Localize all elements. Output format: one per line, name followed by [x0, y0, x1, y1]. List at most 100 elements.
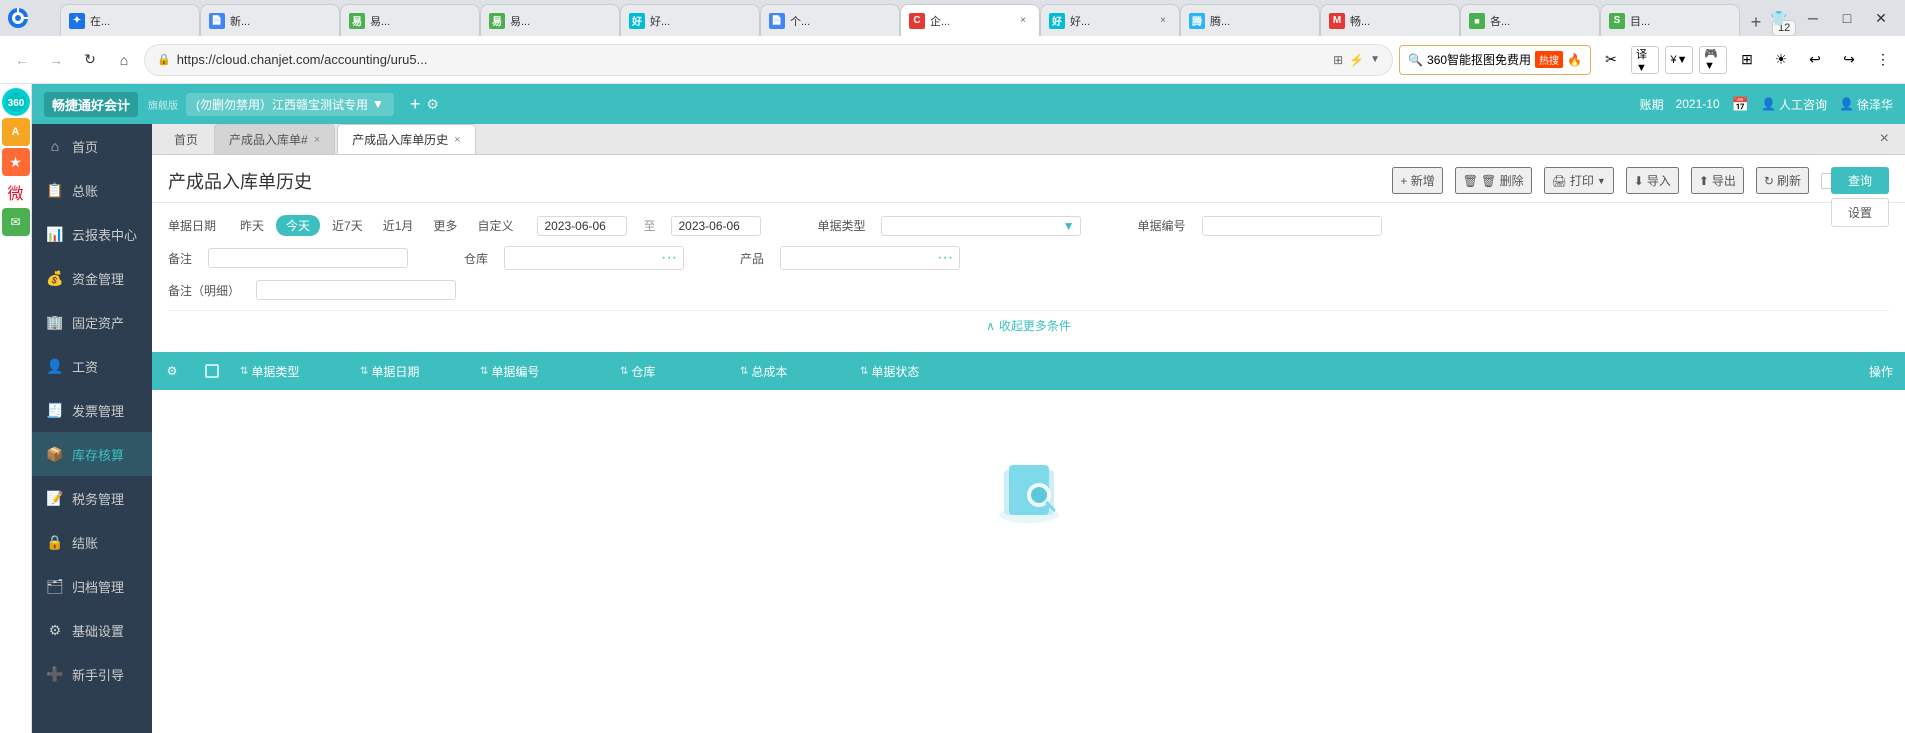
back-button[interactable]: ← [8, 46, 36, 74]
sidebar-icon-weibo[interactable]: 微 [2, 178, 30, 206]
translate-tool[interactable]: 译▼ [1631, 46, 1659, 74]
home-browser-button[interactable]: ⌂ [110, 46, 138, 74]
date-btn-more[interactable]: 更多 [425, 215, 465, 236]
th-settings[interactable]: ⚙ [152, 364, 192, 378]
address-input-wrap[interactable]: 🔒 https://cloud.chanjet.com/accounting/u… [144, 44, 1393, 76]
tab-10[interactable]: M 畅... [1320, 4, 1460, 36]
nav-item-reports[interactable]: 📊 云报表中心 [32, 212, 152, 256]
more-tool[interactable]: ⋮ [1869, 46, 1897, 74]
maximize-button[interactable]: □ [1831, 2, 1863, 34]
tab-5[interactable]: 好 好... [620, 4, 760, 36]
th-warehouse[interactable]: ⇅ 仓库 [612, 363, 732, 380]
warehouse-input-wrap[interactable]: ··· [504, 246, 684, 270]
product-input-wrap[interactable]: ··· [780, 246, 960, 270]
number-filter-input[interactable] [1202, 216, 1382, 236]
calendar-icon[interactable]: 📅 [1732, 96, 1749, 113]
th-type[interactable]: ⇅ 单据类型 [232, 363, 352, 380]
date-btn-custom[interactable]: 自定义 [469, 215, 521, 236]
settings-gear-icon[interactable]: ⚙ [426, 96, 439, 113]
settings-button[interactable]: 设置 [1831, 198, 1889, 227]
date-btn-today[interactable]: 今天 [276, 215, 320, 236]
th-checkbox[interactable] [192, 364, 232, 378]
tab-7-close[interactable]: × [1015, 13, 1031, 29]
tab-2[interactable]: 📄 新... [200, 4, 340, 36]
nav-item-invoice[interactable]: 🧾 发票管理 [32, 388, 152, 432]
tab-9[interactable]: 腾 腾... [1180, 4, 1320, 36]
tab-3[interactable]: 易 易... [340, 4, 480, 36]
th-number[interactable]: ⇅ 单据编号 [472, 363, 612, 380]
tab-12[interactable]: S 目... [1600, 4, 1740, 36]
nav-item-newentry[interactable]: ➕ 新手引导 [32, 652, 152, 696]
th-status[interactable]: ⇅ 单据状态 [852, 363, 972, 380]
nav-item-funds[interactable]: 💰 资金管理 [32, 256, 152, 300]
add-company-button[interactable]: + [410, 94, 421, 115]
nav-item-payroll[interactable]: 👤 工资 [32, 344, 152, 388]
export-button[interactable]: ⬆ 导出 [1691, 167, 1744, 194]
nav-item-closing[interactable]: 🔒 结账 [32, 520, 152, 564]
tab-11[interactable]: ■ 各... [1460, 4, 1600, 36]
th-cost[interactable]: ⇅ 总成本 [732, 363, 852, 380]
page-tab-history[interactable]: 产成品入库单历史 × [337, 124, 475, 154]
sidebar-icon-360[interactable]: 360 [2, 88, 30, 116]
tab-6[interactable]: 📄 个... [760, 4, 900, 36]
page-tab-list[interactable]: 产成品入库单# × [214, 124, 335, 154]
nav-item-inventory[interactable]: 📦 库存核算 [32, 432, 152, 476]
page-tab-home[interactable]: 首页 [160, 124, 212, 154]
sidebar-icon-email[interactable]: ✉ [2, 208, 30, 236]
type-filter-select[interactable]: ▼ [881, 216, 1081, 236]
scissors-tool[interactable]: ✂ [1597, 46, 1625, 74]
select-all-checkbox[interactable] [205, 364, 219, 378]
nav-item-settings[interactable]: ⚙ 基础设置 [32, 608, 152, 652]
product-picker-icon[interactable]: ··· [937, 249, 953, 267]
undo-tool[interactable]: ↩ [1801, 46, 1829, 74]
sidebar-icon-yellow[interactable]: A [2, 118, 30, 146]
date-btn-7days[interactable]: 近7天 [324, 215, 371, 236]
close-button[interactable]: ✕ [1865, 2, 1897, 34]
import-button[interactable]: ⬇ 导入 [1626, 167, 1679, 194]
dropdown-arrow[interactable]: ▼ [1370, 54, 1380, 65]
date-btn-yesterday[interactable]: 昨天 [232, 215, 272, 236]
sidebar-icon-star[interactable]: ★ [2, 148, 30, 176]
history-tab-close[interactable]: × [454, 134, 460, 146]
nav-label-assets: 固定资产 [72, 313, 124, 332]
yuan-tool[interactable]: ¥▼ [1665, 46, 1693, 74]
nav-item-archive[interactable]: 🗂 归档管理 [32, 564, 152, 608]
forward-button[interactable]: → [42, 46, 70, 74]
search-bar-360[interactable]: 🔍 360智能抠图免费用 热搜 🔥 [1399, 45, 1591, 75]
panel-close-button[interactable]: × [1880, 130, 1889, 148]
nav-item-ledger[interactable]: 📋 总账 [32, 168, 152, 212]
query-button[interactable]: 查询 [1831, 167, 1889, 194]
shirt-icon[interactable]: 👕 [1763, 2, 1795, 34]
warehouse-picker-icon[interactable]: ··· [661, 249, 677, 267]
date-from-input[interactable] [537, 216, 627, 236]
tab-7[interactable]: C 企... × [900, 4, 1040, 36]
delete-button[interactable]: 🗑 🗑 删除 [1455, 167, 1532, 194]
nav-item-tax[interactable]: 📝 税务管理 [32, 476, 152, 520]
note-detail-input[interactable] [256, 280, 456, 300]
th-date[interactable]: ⇅ 单据日期 [352, 363, 472, 380]
refresh-browser-button[interactable]: ↻ [76, 46, 104, 74]
nav-item-assets[interactable]: 🏢 固定资产 [32, 300, 152, 344]
tab-1[interactable]: ✦ 在... [60, 4, 200, 36]
tab-4[interactable]: 易 易... [480, 4, 620, 36]
date-to-input[interactable] [671, 216, 761, 236]
refresh-button[interactable]: ↻ 刷新 [1756, 167, 1809, 194]
grid-tool[interactable]: ⊞ [1733, 46, 1761, 74]
username-button[interactable]: 👤 徐泽华 [1839, 96, 1893, 113]
nav-item-home[interactable]: ⌂ 首页 [32, 124, 152, 168]
user-service-button[interactable]: 👤 人工咨询 [1761, 96, 1827, 113]
game-tool[interactable]: 🎮▼ [1699, 46, 1727, 74]
tab-3-title: 易... [370, 13, 471, 29]
tab-8[interactable]: 好 好... × [1040, 4, 1180, 36]
tab-8-close[interactable]: × [1155, 13, 1171, 29]
date-btn-1month[interactable]: 近1月 [375, 215, 422, 236]
note-input[interactable] [208, 248, 408, 268]
new-button[interactable]: + 新增 [1392, 167, 1442, 194]
sun-tool[interactable]: ☀ [1767, 46, 1795, 74]
redo-tool[interactable]: ↪ [1835, 46, 1863, 74]
company-selector[interactable]: (勿删勿禁用）江西赣宝测试专用 ▼ [186, 93, 394, 116]
collapse-more-button[interactable]: ∧ 收起更多条件 [168, 310, 1889, 340]
print-button[interactable]: 🖨 打印 ▼ [1544, 167, 1614, 194]
list-tab-close[interactable]: × [314, 134, 320, 146]
minimize-button[interactable]: ─ [1797, 2, 1829, 34]
